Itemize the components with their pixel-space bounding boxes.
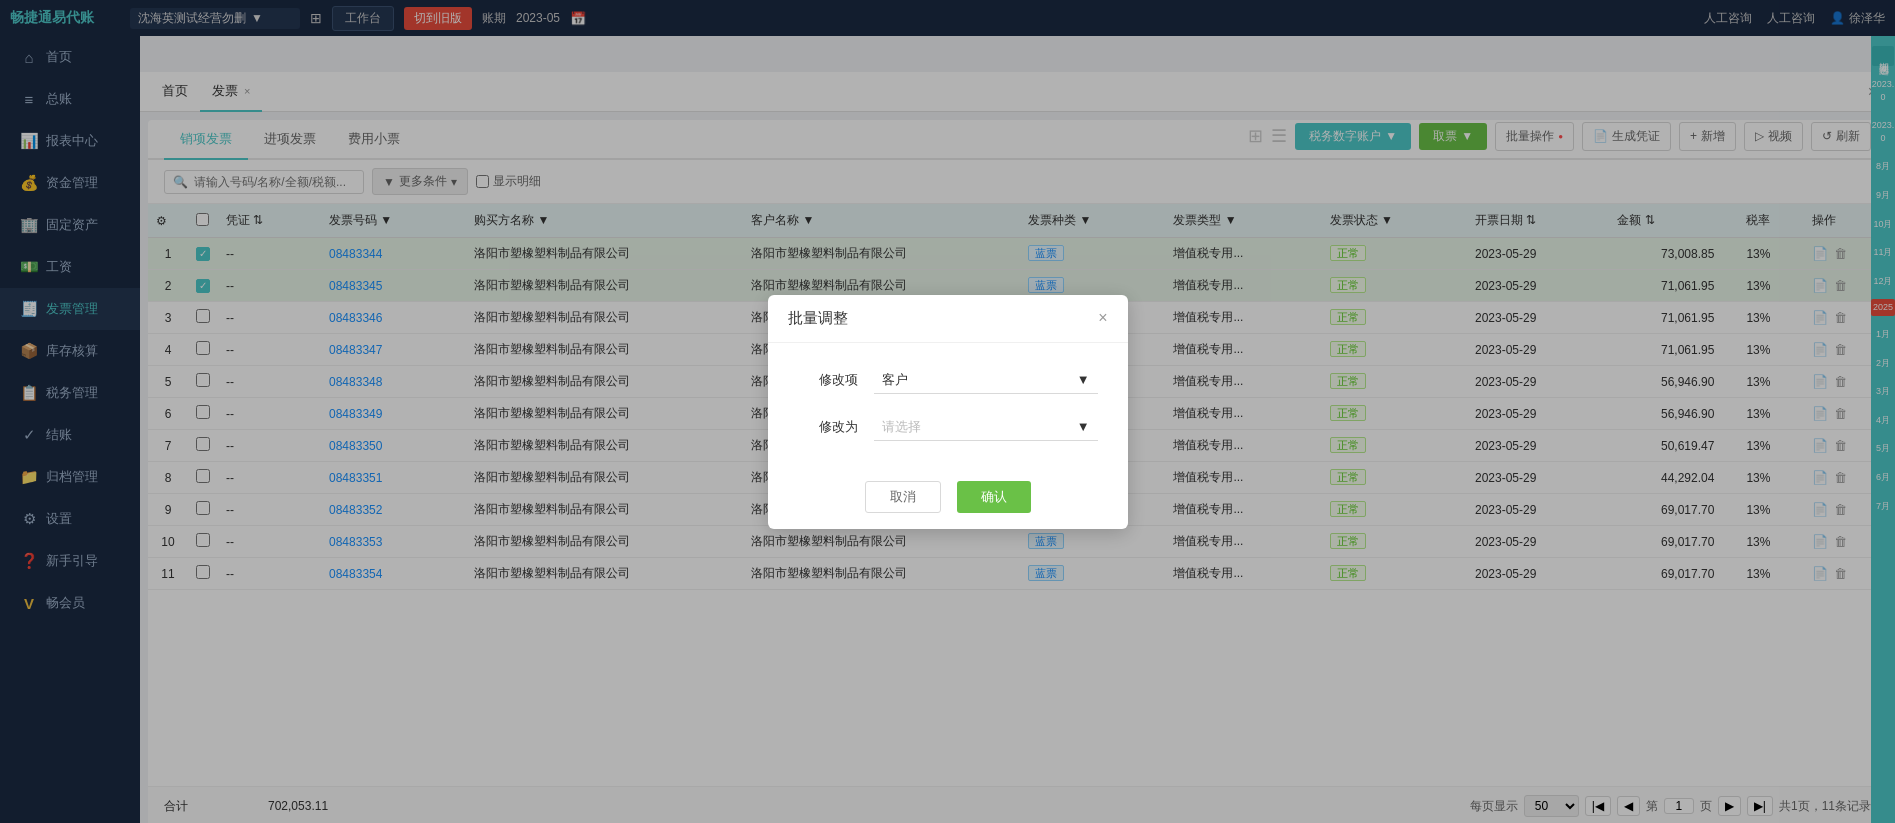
- modal-close-button[interactable]: ×: [1098, 309, 1107, 327]
- modify-to-dropdown-icon: ▼: [1077, 419, 1090, 434]
- modal-cancel-button[interactable]: 取消: [865, 481, 941, 513]
- batch-adjust-modal: 批量调整 × 修改项 客户 ▼ 修改为 请选择 ▼ 取消 确认: [768, 295, 1128, 529]
- modify-field-value: 客户: [882, 371, 908, 389]
- modal-footer: 取消 确认: [768, 465, 1128, 529]
- modal-overlay: 批量调整 × 修改项 客户 ▼ 修改为 请选择 ▼ 取消 确认: [0, 0, 1895, 823]
- modify-field-dropdown-icon: ▼: [1077, 372, 1090, 387]
- modify-field-label: 修改项: [798, 371, 858, 389]
- modify-field-row: 修改项 客户 ▼: [798, 367, 1098, 394]
- modal-title: 批量调整: [788, 309, 848, 328]
- modify-to-placeholder: 请选择: [882, 418, 921, 436]
- modal-body: 修改项 客户 ▼ 修改为 请选择 ▼: [768, 343, 1128, 465]
- modal-header: 批量调整 ×: [768, 295, 1128, 343]
- modify-to-select[interactable]: 请选择 ▼: [874, 414, 1098, 441]
- modify-to-row: 修改为 请选择 ▼: [798, 414, 1098, 441]
- modal-confirm-button[interactable]: 确认: [957, 481, 1031, 513]
- modify-to-label: 修改为: [798, 418, 858, 436]
- modify-field-select[interactable]: 客户 ▼: [874, 367, 1098, 394]
